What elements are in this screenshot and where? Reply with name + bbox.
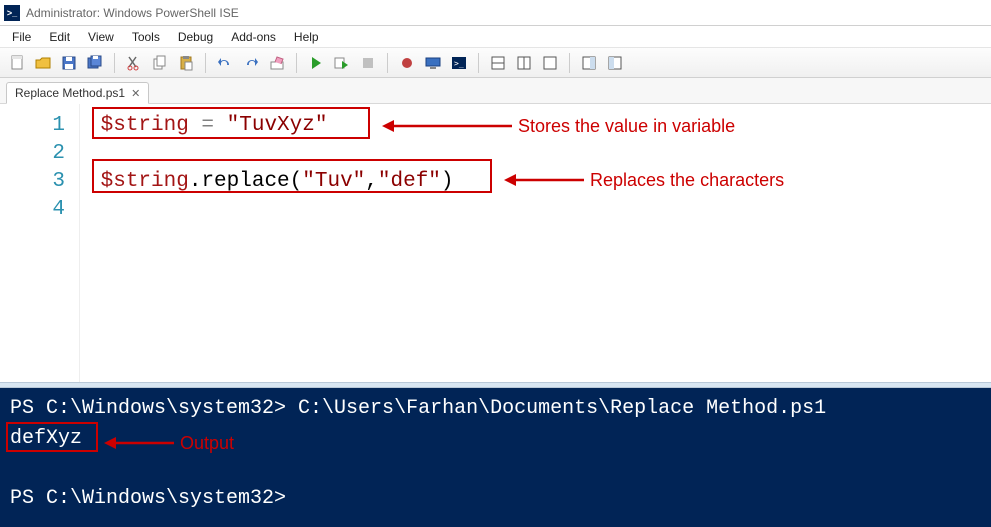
file-tabbar: Replace Method.ps1 ✕ (0, 78, 991, 104)
code-line-2 (88, 140, 991, 168)
powershell-icon[interactable]: >_ (448, 52, 470, 74)
paste-icon[interactable] (175, 52, 197, 74)
line-gutter: 1 2 3 4 (0, 104, 80, 382)
menu-view[interactable]: View (80, 28, 122, 46)
toolbar-separator (296, 53, 297, 73)
line-number: 3 (0, 168, 65, 196)
annotation-arrow-2: Replaces the characters (504, 166, 784, 194)
file-tab[interactable]: Replace Method.ps1 ✕ (6, 82, 149, 104)
annotation-text-1: Stores the value in variable (518, 112, 735, 140)
console-line-blank (10, 454, 981, 484)
menu-addons[interactable]: Add-ons (223, 28, 284, 46)
toolbar-separator (478, 53, 479, 73)
redo-icon[interactable] (240, 52, 262, 74)
code-area[interactable]: $string = "TuvXyz" $string.replace("Tuv"… (80, 104, 991, 382)
annotation-arrow-1: Stores the value in variable (382, 112, 735, 140)
pane-layout-1-icon[interactable] (487, 52, 509, 74)
titlebar: >_ Administrator: Windows PowerShell ISE (0, 0, 991, 26)
menu-debug[interactable]: Debug (170, 28, 221, 46)
undo-icon[interactable] (214, 52, 236, 74)
clear-icon[interactable] (266, 52, 288, 74)
show-addon-icon[interactable] (604, 52, 626, 74)
menubar: File Edit View Tools Debug Add-ons Help (0, 26, 991, 48)
powershell-app-icon: >_ (4, 5, 20, 21)
copy-icon[interactable] (149, 52, 171, 74)
menu-tools[interactable]: Tools (124, 28, 168, 46)
show-command-icon[interactable] (578, 52, 600, 74)
console-line-3: PS C:\Windows\system32> (10, 484, 981, 514)
breakpoint-icon[interactable] (396, 52, 418, 74)
run-selection-icon[interactable] (331, 52, 353, 74)
svg-text:>_: >_ (454, 59, 464, 68)
annotation-text-output: Output (180, 428, 234, 458)
pane-layout-3-icon[interactable] (539, 52, 561, 74)
annotation-text-2: Replaces the characters (590, 166, 784, 194)
toolbar-separator (569, 53, 570, 73)
annotation-arrow-output: Output (104, 428, 234, 458)
toolbar: >_ (0, 48, 991, 78)
menu-edit[interactable]: Edit (41, 28, 78, 46)
open-file-icon[interactable] (32, 52, 54, 74)
toolbar-separator (387, 53, 388, 73)
save-icon[interactable] (58, 52, 80, 74)
save-all-icon[interactable] (84, 52, 106, 74)
file-tab-label: Replace Method.ps1 (15, 86, 125, 100)
new-file-icon[interactable] (6, 52, 28, 74)
run-icon[interactable] (305, 52, 327, 74)
menu-help[interactable]: Help (286, 28, 327, 46)
script-editor[interactable]: 1 2 3 4 $string = "TuvXyz" $string.repla… (0, 104, 991, 382)
menu-file[interactable]: File (4, 28, 39, 46)
remote-icon[interactable] (422, 52, 444, 74)
pane-layout-2-icon[interactable] (513, 52, 535, 74)
code-line-4 (88, 196, 991, 224)
console-line-1: PS C:\Windows\system32> C:\Users\Farhan\… (10, 394, 981, 424)
line-number: 4 (0, 196, 65, 224)
window-title: Administrator: Windows PowerShell ISE (26, 6, 239, 20)
line-number: 1 (0, 112, 65, 140)
stop-icon[interactable] (357, 52, 379, 74)
toolbar-separator (114, 53, 115, 73)
line-number: 2 (0, 140, 65, 168)
cut-icon[interactable] (123, 52, 145, 74)
console-pane[interactable]: PS C:\Windows\system32> C:\Users\Farhan\… (0, 388, 991, 527)
toolbar-separator (205, 53, 206, 73)
close-tab-icon[interactable]: ✕ (131, 87, 140, 100)
